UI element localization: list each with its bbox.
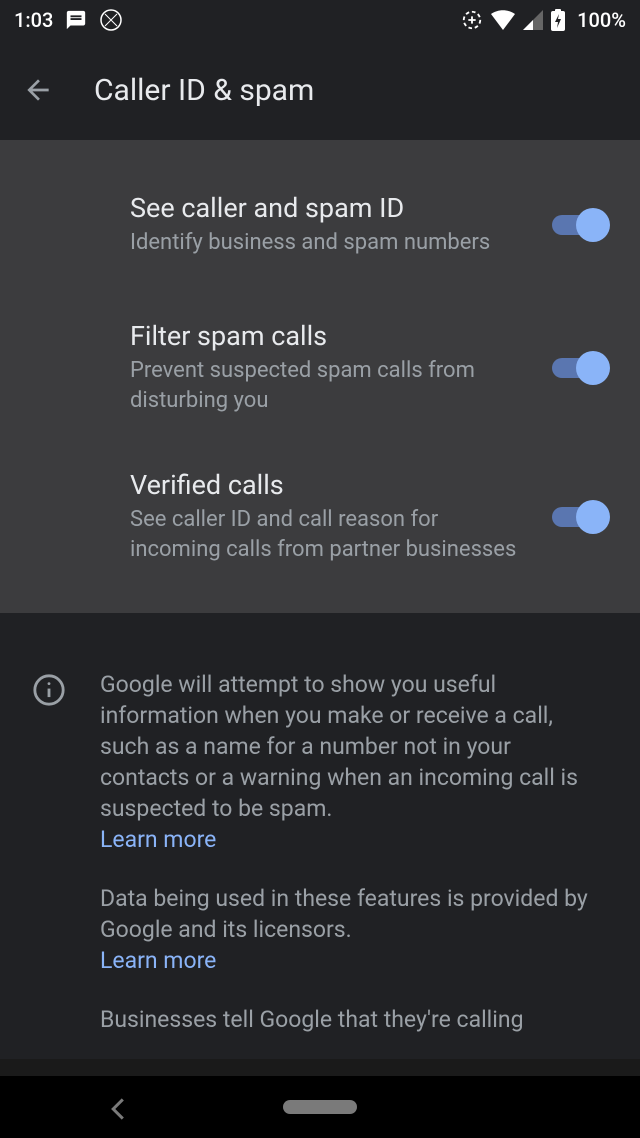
- setting-desc: See caller ID and call reason for incomi…: [130, 505, 522, 564]
- info-section: Google will attempt to show you useful i…: [0, 613, 640, 1059]
- system-nav-bar: [0, 1076, 640, 1138]
- system-home-pill[interactable]: [283, 1100, 357, 1114]
- battery-icon: [551, 9, 565, 31]
- notification-icon: [65, 9, 87, 31]
- status-bar: 1:03 100%: [0, 0, 640, 40]
- settings-list: See caller and spam ID Identify business…: [0, 140, 640, 613]
- status-left: 1:03: [14, 8, 123, 32]
- app-circle-icon: [99, 8, 123, 32]
- setting-title: Verified calls: [130, 469, 522, 501]
- page-title: Caller ID & spam: [94, 73, 314, 108]
- setting-title: See caller and spam ID: [130, 192, 522, 224]
- info-paragraph-3: Businesses tell Google that they're call…: [100, 1004, 604, 1035]
- setting-desc: Identify business and spam numbers: [130, 228, 522, 258]
- toggle-filter-spam[interactable]: [552, 358, 604, 378]
- toggle-verified-calls[interactable]: [552, 507, 604, 527]
- app-bar: Caller ID & spam: [0, 40, 640, 140]
- data-saver-icon: [461, 9, 483, 31]
- status-time: 1:03: [14, 8, 53, 32]
- info-body: Google will attempt to show you useful i…: [100, 669, 604, 1035]
- battery-percent: 100%: [577, 8, 626, 32]
- toggle-caller-spam-id[interactable]: [552, 215, 604, 235]
- learn-more-link-1[interactable]: Learn more: [100, 826, 216, 853]
- setting-title: Filter spam calls: [130, 320, 522, 352]
- cell-signal-icon: [523, 10, 543, 30]
- back-button[interactable]: [22, 74, 54, 106]
- learn-more-link-2[interactable]: Learn more: [100, 947, 216, 974]
- status-right: 100%: [461, 8, 626, 32]
- info-paragraph-1: Google will attempt to show you useful i…: [100, 669, 604, 855]
- setting-verified-calls[interactable]: Verified calls See caller ID and call re…: [0, 455, 640, 578]
- setting-caller-spam-id[interactable]: See caller and spam ID Identify business…: [0, 170, 640, 280]
- system-back-button[interactable]: [110, 1097, 130, 1117]
- setting-desc: Prevent suspected spam calls from distur…: [130, 356, 522, 415]
- setting-filter-spam[interactable]: Filter spam calls Prevent suspected spam…: [0, 306, 640, 429]
- info-icon: [32, 673, 66, 707]
- info-paragraph-2: Data being used in these features is pro…: [100, 883, 604, 976]
- wifi-icon: [491, 10, 515, 30]
